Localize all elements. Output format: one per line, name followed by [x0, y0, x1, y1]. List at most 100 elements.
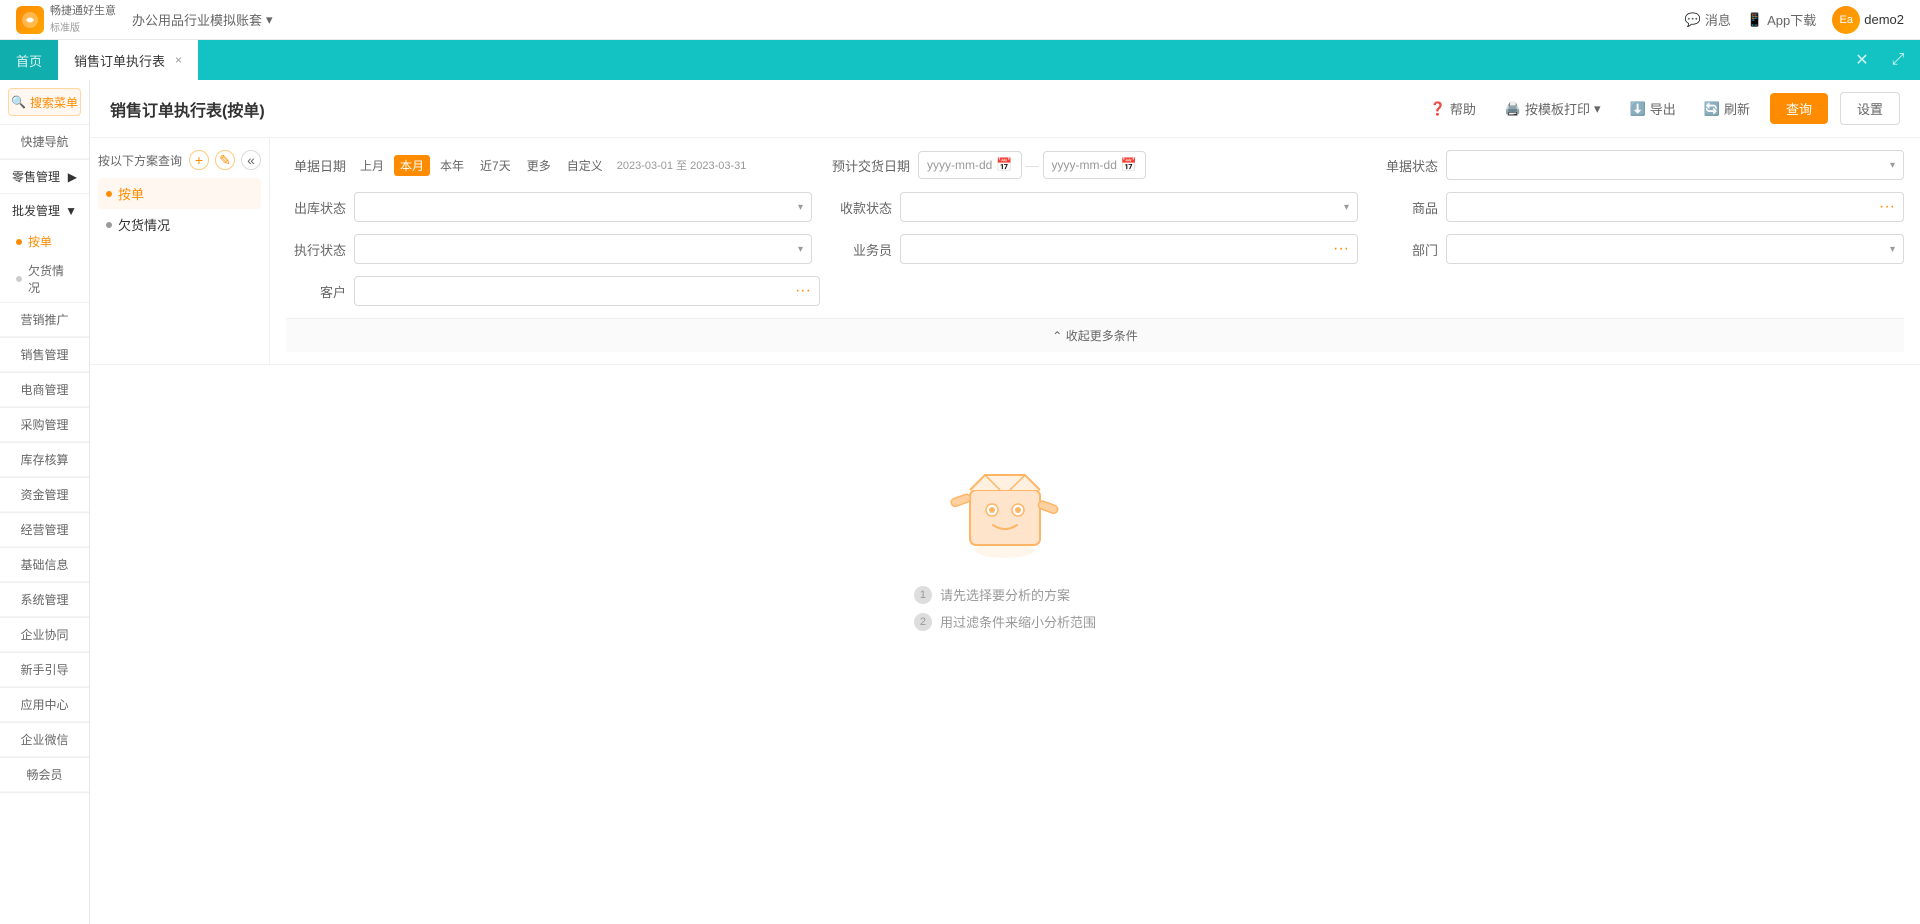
download-icon: 📱	[1747, 12, 1763, 28]
empty-state: 1 请先选择要分析的方案 2 用过滤条件来缩小分析范围	[90, 365, 1920, 711]
sidebar-item-basic-info[interactable]: 基础信息	[0, 548, 89, 583]
date-controls: 上月 本月 本年 近7天 更多 自定义 2023-03-01 至 2023-03…	[354, 155, 746, 176]
active-tab-label: 销售订单执行表	[74, 51, 165, 70]
tab-bar: 首页 销售订单执行表 × ✕ ⤢	[0, 40, 1920, 80]
search-button[interactable]: 查询	[1770, 93, 1828, 124]
expected-date-start[interactable]: yyyy-mm-dd 📅	[918, 151, 1022, 179]
user-name: demo2	[1864, 12, 1904, 27]
sidebar-item-ops-mgmt[interactable]: 经营管理	[0, 513, 89, 548]
out-stock-status-select[interactable]: ▾	[354, 192, 812, 222]
expected-date-end[interactable]: yyyy-mm-dd 📅	[1043, 151, 1147, 179]
search-menu-button[interactable]: 🔍 搜索菜单	[8, 88, 81, 116]
scheme-item-order[interactable]: 按单	[98, 178, 261, 209]
scheme-label-order: 按单	[118, 184, 144, 203]
collapse-bar[interactable]: ⌃ 收起更多条件	[286, 318, 1904, 352]
help-icon: ❓	[1430, 101, 1446, 117]
customer-select[interactable]: ···	[354, 276, 820, 306]
scheme-actions: + ✎ «	[189, 150, 261, 170]
maximize-icon[interactable]: ⤢	[1884, 46, 1912, 74]
message-button[interactable]: 💬 消息	[1685, 10, 1731, 29]
sidebar-item-sys-mgmt[interactable]: 系统管理	[0, 583, 89, 618]
app-download-button[interactable]: 📱 App下载	[1747, 10, 1816, 29]
sidebar-item-vip-member[interactable]: 畅会员	[0, 758, 89, 793]
department-field: 部门 ▾	[1378, 234, 1904, 264]
collapse-scheme-button[interactable]: «	[241, 150, 261, 170]
collapse-up-icon: ⌃	[1052, 329, 1062, 343]
vip-member-label: 畅会员	[26, 768, 62, 782]
sidebar-item-newcomer[interactable]: 新手引导	[0, 653, 89, 688]
date-field-label: 单据日期	[286, 156, 346, 175]
sidebar-item-purchase-mgmt[interactable]: 采购管理	[0, 408, 89, 443]
expected-date-field: 预计交货日期 yyyy-mm-dd 📅 — yyyy-mm-dd 📅	[832, 151, 1358, 179]
filter-scheme-header: 按以下方案查询 + ✎ «	[98, 150, 261, 170]
product-label: 商品	[1378, 198, 1438, 217]
app-download-label: App下载	[1767, 10, 1816, 29]
scheme-item-debt[interactable]: 欠货情况	[98, 209, 261, 240]
sidebar-item-marketing[interactable]: 营销推广	[0, 303, 89, 338]
debt-sub-label: 欠货情况	[28, 262, 73, 296]
filter-row-4: 客户 ···	[286, 276, 1904, 306]
export-label: 导出	[1650, 99, 1676, 118]
exec-status-select[interactable]: ▾	[354, 234, 812, 264]
date-btn-custom[interactable]: 自定义	[561, 155, 609, 176]
product-select[interactable]: ···	[1446, 192, 1904, 222]
ops-mgmt-label: 经营管理	[20, 523, 68, 537]
customer-field: 客户 ···	[286, 276, 820, 306]
app-center-label: 应用中心	[20, 698, 68, 712]
close-window-icon[interactable]: ✕	[1848, 46, 1876, 74]
user-profile[interactable]: Ea demo2	[1832, 6, 1904, 34]
sidebar-item-finance-mgmt[interactable]: 资金管理	[0, 478, 89, 513]
salesperson-more-icon[interactable]: ···	[1333, 240, 1349, 258]
logo-area: 畅捷通好生意 标准版	[16, 5, 116, 33]
tab-home[interactable]: 首页	[0, 40, 58, 80]
sidebar-item-wholesale-mgmt[interactable]: 批发管理 ▼ 按单 欠货情况	[0, 194, 89, 303]
page-container: 销售订单执行表(按单) ❓ 帮助 🖨️ 按模板打印 ▾ ⬇️ 导出	[90, 80, 1920, 924]
print-button[interactable]: 🖨️ 按模板打印 ▾	[1496, 94, 1610, 123]
filter-row-2: 出库状态 ▾ 收款状态 ▾	[286, 192, 1904, 222]
sidebar-item-ecomm-mgmt[interactable]: 电商管理	[0, 373, 89, 408]
add-scheme-button[interactable]: +	[189, 150, 209, 170]
header-right: 💬 消息 📱 App下载 Ea demo2	[1685, 6, 1904, 34]
refresh-button[interactable]: 🔄 刷新	[1696, 95, 1758, 122]
status-select[interactable]: ▾	[1446, 150, 1904, 180]
date-btn-more[interactable]: 更多	[521, 155, 557, 176]
help-button[interactable]: ❓ 帮助	[1422, 95, 1484, 122]
search-icon: 🔍	[11, 95, 26, 109]
sidebar-item-enterprise-wechat[interactable]: 企业微信	[0, 723, 89, 758]
sidebar-item-retail-mgmt[interactable]: 零售管理 ▶	[0, 160, 89, 194]
sidebar-item-enterprise-collab[interactable]: 企业协同	[0, 618, 89, 653]
department-select[interactable]: ▾	[1446, 234, 1904, 264]
tab-close-icon[interactable]: ×	[175, 53, 182, 67]
edit-scheme-button[interactable]: ✎	[215, 150, 235, 170]
main-layout: 🔍 搜索菜单 快捷导航 零售管理 ▶ 批发管理 ▼ 按单	[0, 80, 1920, 924]
sidebar-item-app-center[interactable]: 应用中心	[0, 688, 89, 723]
sidebar-item-sales-mgmt[interactable]: 销售管理	[0, 338, 89, 373]
date-btn-this-year[interactable]: 本年	[434, 155, 470, 176]
scheme-label-debt: 欠货情况	[118, 215, 170, 234]
empty-tip-1: 1 请先选择要分析的方案	[914, 585, 1096, 604]
sidebar-item-stock-calc[interactable]: 库存核算	[0, 443, 89, 478]
salesperson-select[interactable]: ···	[900, 234, 1358, 264]
stock-calc-label: 库存核算	[20, 453, 68, 467]
department-label: 部门	[1378, 240, 1438, 259]
date-btn-this-month[interactable]: 本月	[394, 155, 430, 176]
date-range-text: 2023-03-01 至 2023-03-31	[617, 157, 747, 173]
filter-row-3: 执行状态 ▾ 业务员 ···	[286, 234, 1904, 264]
industry-selector[interactable]: 办公用品行业模拟账套 ▾	[124, 10, 281, 29]
export-button[interactable]: ⬇️ 导出	[1622, 95, 1684, 122]
top-header: 畅捷通好生意 标准版 办公用品行业模拟账套 ▾ 💬 消息 📱 App下载 Ea …	[0, 0, 1920, 40]
sidebar-item-quick-nav[interactable]: 快捷导航	[0, 125, 89, 160]
customer-more-icon[interactable]: ···	[795, 282, 811, 300]
sidebar-item-debt[interactable]: 欠货情况	[0, 256, 89, 302]
receipt-status-select[interactable]: ▾	[900, 192, 1358, 222]
sidebar-item-order[interactable]: 按单	[0, 227, 89, 256]
tab-sales-order-exec[interactable]: 销售订单执行表 ×	[58, 40, 198, 80]
date-btn-last-month[interactable]: 上月	[354, 155, 390, 176]
settings-button[interactable]: 设置	[1840, 92, 1900, 125]
print-dropdown-icon: ▾	[1594, 101, 1601, 117]
exec-status-chevron-icon: ▾	[798, 244, 803, 255]
calendar-start-icon: 📅	[996, 157, 1012, 173]
tab-bar-right: ✕ ⤢	[1848, 46, 1920, 74]
product-more-icon[interactable]: ···	[1879, 198, 1895, 216]
date-btn-last-7[interactable]: 近7天	[474, 155, 517, 176]
